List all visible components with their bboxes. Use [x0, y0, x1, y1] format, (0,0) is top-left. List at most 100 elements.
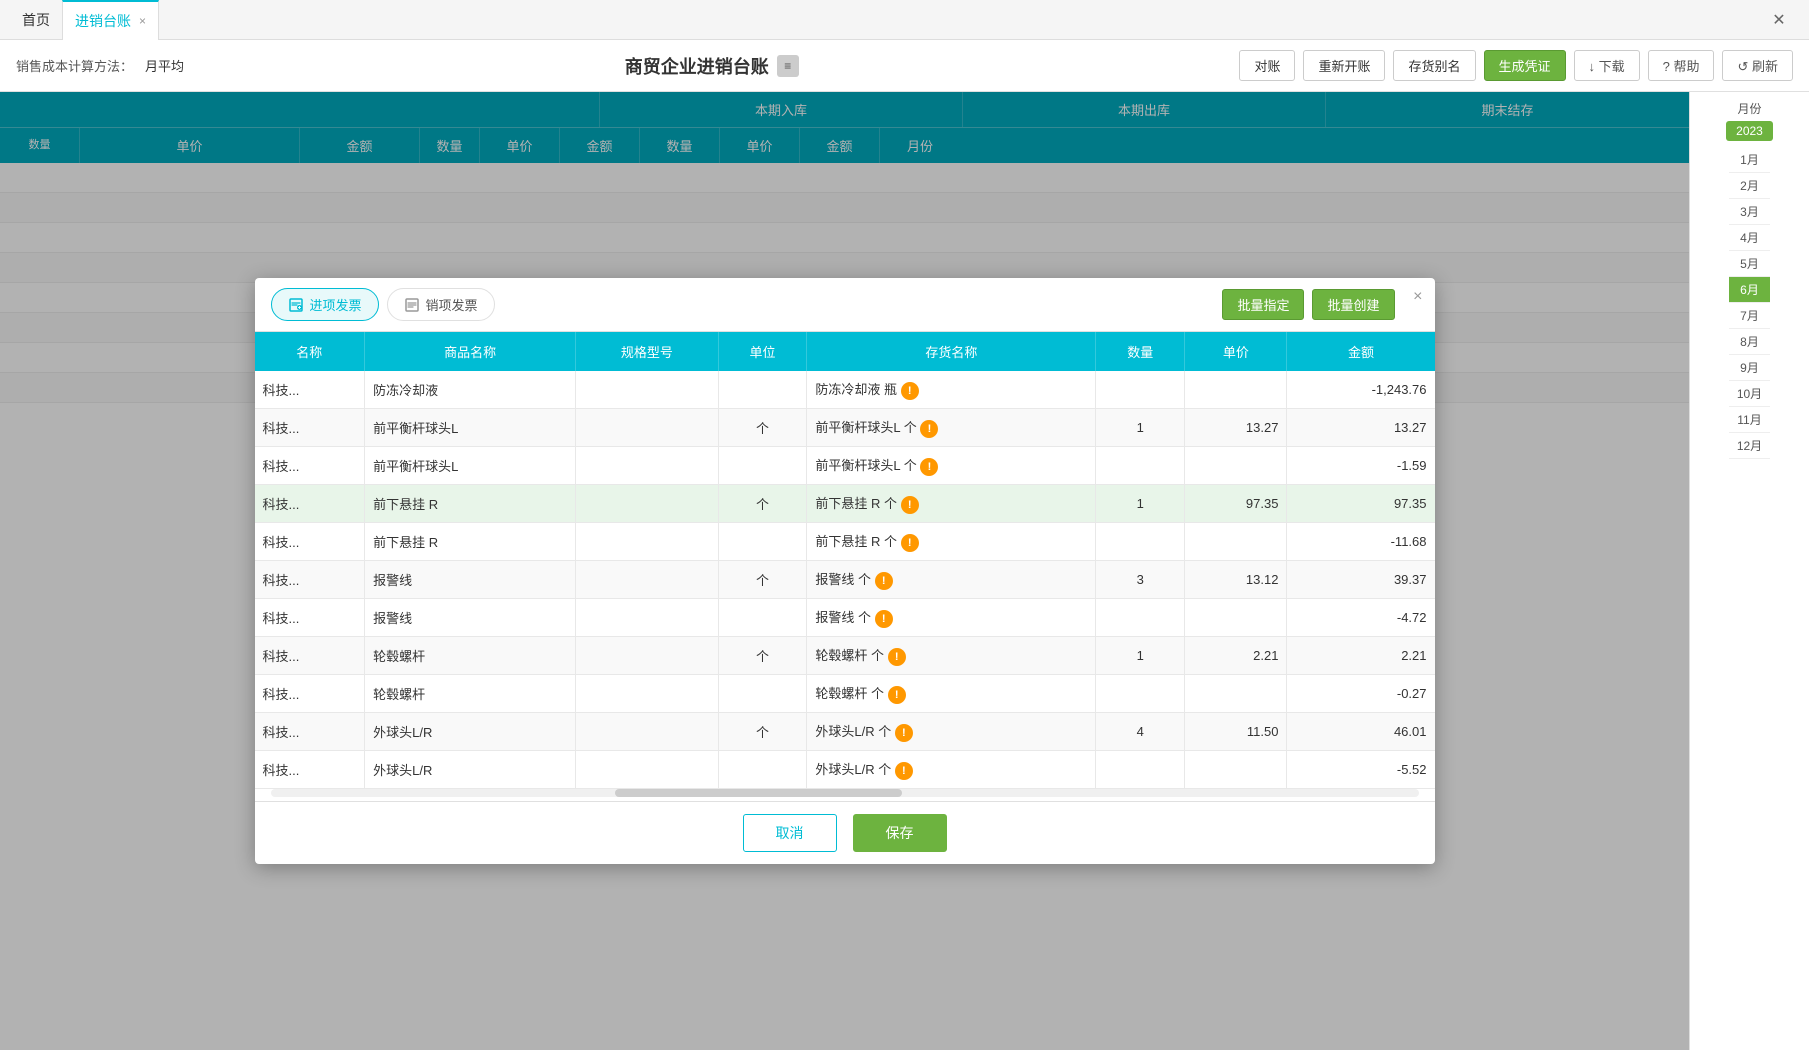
month-item[interactable]: 2月 [1729, 173, 1770, 199]
cell-amount: -1,243.76 [1287, 371, 1435, 409]
tab-sales-invoice[interactable]: 销项发票 [387, 288, 495, 321]
cell-unit-price: 97.35 [1185, 485, 1287, 523]
cost-method-label: 销售成本计算方法： [16, 56, 133, 75]
cell-amount: -1.59 [1287, 447, 1435, 485]
table-row[interactable]: 科技... 外球头L/R 个 外球头L/R 个 ! 4 11.50 46.01 [255, 713, 1435, 751]
table-row[interactable]: 科技... 外球头L/R 外球头L/R 个 ! -5.52 [255, 751, 1435, 789]
cell-spec [576, 675, 718, 713]
table-row[interactable]: 科技... 前平衡杆球头L 前平衡杆球头L 个 ! -1.59 [255, 447, 1435, 485]
home-tab-label: 首页 [22, 10, 50, 30]
download-button[interactable]: ↓ 下载 [1574, 50, 1640, 81]
batch-assign-button[interactable]: 批量指定 [1222, 289, 1304, 320]
cell-name: 科技... [255, 751, 365, 789]
cell-spec [576, 485, 718, 523]
cell-amount: -11.68 [1287, 523, 1435, 561]
table-row[interactable]: 科技... 防冻冷却液 防冻冷却液 瓶 ! -1,243.76 [255, 371, 1435, 409]
batch-create-button[interactable]: 批量创建 [1312, 289, 1394, 320]
year-badge: 2023 [1726, 121, 1773, 141]
cell-unit-price: 13.12 [1185, 561, 1287, 599]
cell-name: 科技... [255, 561, 365, 599]
warning-icon: ! [888, 686, 906, 704]
month-item[interactable]: 3月 [1729, 199, 1770, 225]
table-row[interactable]: 科技... 报警线 个 报警线 个 ! 3 13.12 39.37 [255, 561, 1435, 599]
tab2-label: 销项发票 [426, 295, 478, 314]
reopen-button[interactable]: 重新开账 [1303, 50, 1385, 81]
cell-quantity [1096, 447, 1185, 485]
main-area: 销售成本计算方法： 月平均 商贸企业进销台账 ≡ 对账 重新开账 存货别名 生成… [0, 40, 1809, 1050]
month-item[interactable]: 5月 [1729, 251, 1770, 277]
tab-ledger[interactable]: 进销台账 × [62, 0, 159, 40]
top-bar-right: ✕ [1759, 0, 1799, 40]
warning-icon: ! [901, 382, 919, 400]
cell-unit-price [1185, 523, 1287, 561]
cell-inventory: 前下悬挂 R 个 ! [807, 523, 1096, 561]
cancel-button[interactable]: 取消 [743, 814, 837, 852]
cell-name: 科技... [255, 523, 365, 561]
cell-inventory: 外球头L/R 个 ! [807, 751, 1096, 789]
reconcile-button[interactable]: 对账 [1239, 50, 1295, 81]
tab-purchase-invoice[interactable]: 进项发票 [271, 288, 379, 321]
refresh-button[interactable]: ↺ 刷新 [1722, 50, 1793, 81]
table-row[interactable]: 科技... 轮毂螺杆 轮毂螺杆 个 ! -0.27 [255, 675, 1435, 713]
cell-inventory: 外球头L/R 个 ! [807, 713, 1096, 751]
cell-name: 科技... [255, 447, 365, 485]
cell-amount: 2.21 [1287, 637, 1435, 675]
table-row[interactable]: 科技... 前下悬挂 R 前下悬挂 R 个 ! -11.68 [255, 523, 1435, 561]
month-item[interactable]: 7月 [1729, 303, 1770, 329]
th-unit-price: 单价 [1185, 332, 1287, 371]
cell-unit-price [1185, 371, 1287, 409]
table-scrollbar[interactable] [271, 789, 1419, 797]
purchase-invoice-icon [288, 297, 304, 313]
cell-spec [576, 599, 718, 637]
th-inventory: 存货名称 [807, 332, 1096, 371]
top-bar: 首页 进销台账 × ✕ [0, 0, 1809, 40]
month-item[interactable]: 11月 [1729, 407, 1770, 433]
cell-quantity [1096, 599, 1185, 637]
cell-unit: 个 [718, 637, 807, 675]
table-row[interactable]: 科技... 轮毂螺杆 个 轮毂螺杆 个 ! 1 2.21 2.21 [255, 637, 1435, 675]
cell-inventory: 前平衡杆球头L 个 ! [807, 447, 1096, 485]
cell-amount: -5.52 [1287, 751, 1435, 789]
cell-name: 科技... [255, 675, 365, 713]
cost-method-value: 月平均 [145, 56, 184, 75]
table-row[interactable]: 科技... 报警线 报警线 个 ! -4.72 [255, 599, 1435, 637]
month-item[interactable]: 1月 [1729, 147, 1770, 173]
month-item[interactable]: 9月 [1729, 355, 1770, 381]
table-row[interactable]: 科技... 前平衡杆球头L 个 前平衡杆球头L 个 ! 1 13.27 13.2… [255, 409, 1435, 447]
month-item[interactable]: 4月 [1729, 225, 1770, 251]
cell-unit [718, 371, 807, 409]
cell-product: 前平衡杆球头L [365, 409, 576, 447]
cell-unit-price: 11.50 [1185, 713, 1287, 751]
cell-inventory: 报警线 个 ! [807, 561, 1096, 599]
rename-inventory-button[interactable]: 存货别名 [1393, 50, 1475, 81]
generate-voucher-button[interactable]: 生成凭证 [1484, 50, 1566, 81]
help-button[interactable]: ? 帮助 [1648, 50, 1715, 81]
cell-spec [576, 371, 718, 409]
modal-backdrop: 进项发票 销项发票 批量指定 [0, 92, 1689, 1050]
cell-unit: 个 [718, 713, 807, 751]
ledger-tab-close[interactable]: × [139, 14, 146, 28]
cell-unit: 个 [718, 485, 807, 523]
cell-quantity [1096, 751, 1185, 789]
month-item[interactable]: 8月 [1729, 329, 1770, 355]
cell-spec [576, 561, 718, 599]
month-item[interactable]: 10月 [1729, 381, 1770, 407]
warning-icon: ! [875, 572, 893, 590]
th-amount: 金额 [1287, 332, 1435, 371]
cell-product: 报警线 [365, 561, 576, 599]
save-button[interactable]: 保存 [853, 814, 947, 852]
window-close-button[interactable]: ✕ [1759, 0, 1799, 40]
warning-icon: ! [895, 762, 913, 780]
modal-close-button[interactable]: × [1413, 288, 1422, 306]
cell-amount: -4.72 [1287, 599, 1435, 637]
modal-table-wrapper[interactable]: 名称 商品名称 规格型号 单位 存货名称 数量 单价 金额 [255, 332, 1435, 789]
tab-home[interactable]: 首页 [10, 0, 62, 40]
scrollbar-thumb [615, 789, 902, 797]
cell-unit-price [1185, 675, 1287, 713]
cell-product: 外球头L/R [365, 751, 576, 789]
month-item[interactable]: 12月 [1729, 433, 1770, 459]
th-product: 商品名称 [365, 332, 576, 371]
month-item[interactable]: 6月 [1729, 277, 1770, 303]
table-row[interactable]: 科技... 前下悬挂 R 个 前下悬挂 R 个 ! 1 97.35 97.35 [255, 485, 1435, 523]
ledger-tab-label: 进销台账 [75, 11, 131, 31]
